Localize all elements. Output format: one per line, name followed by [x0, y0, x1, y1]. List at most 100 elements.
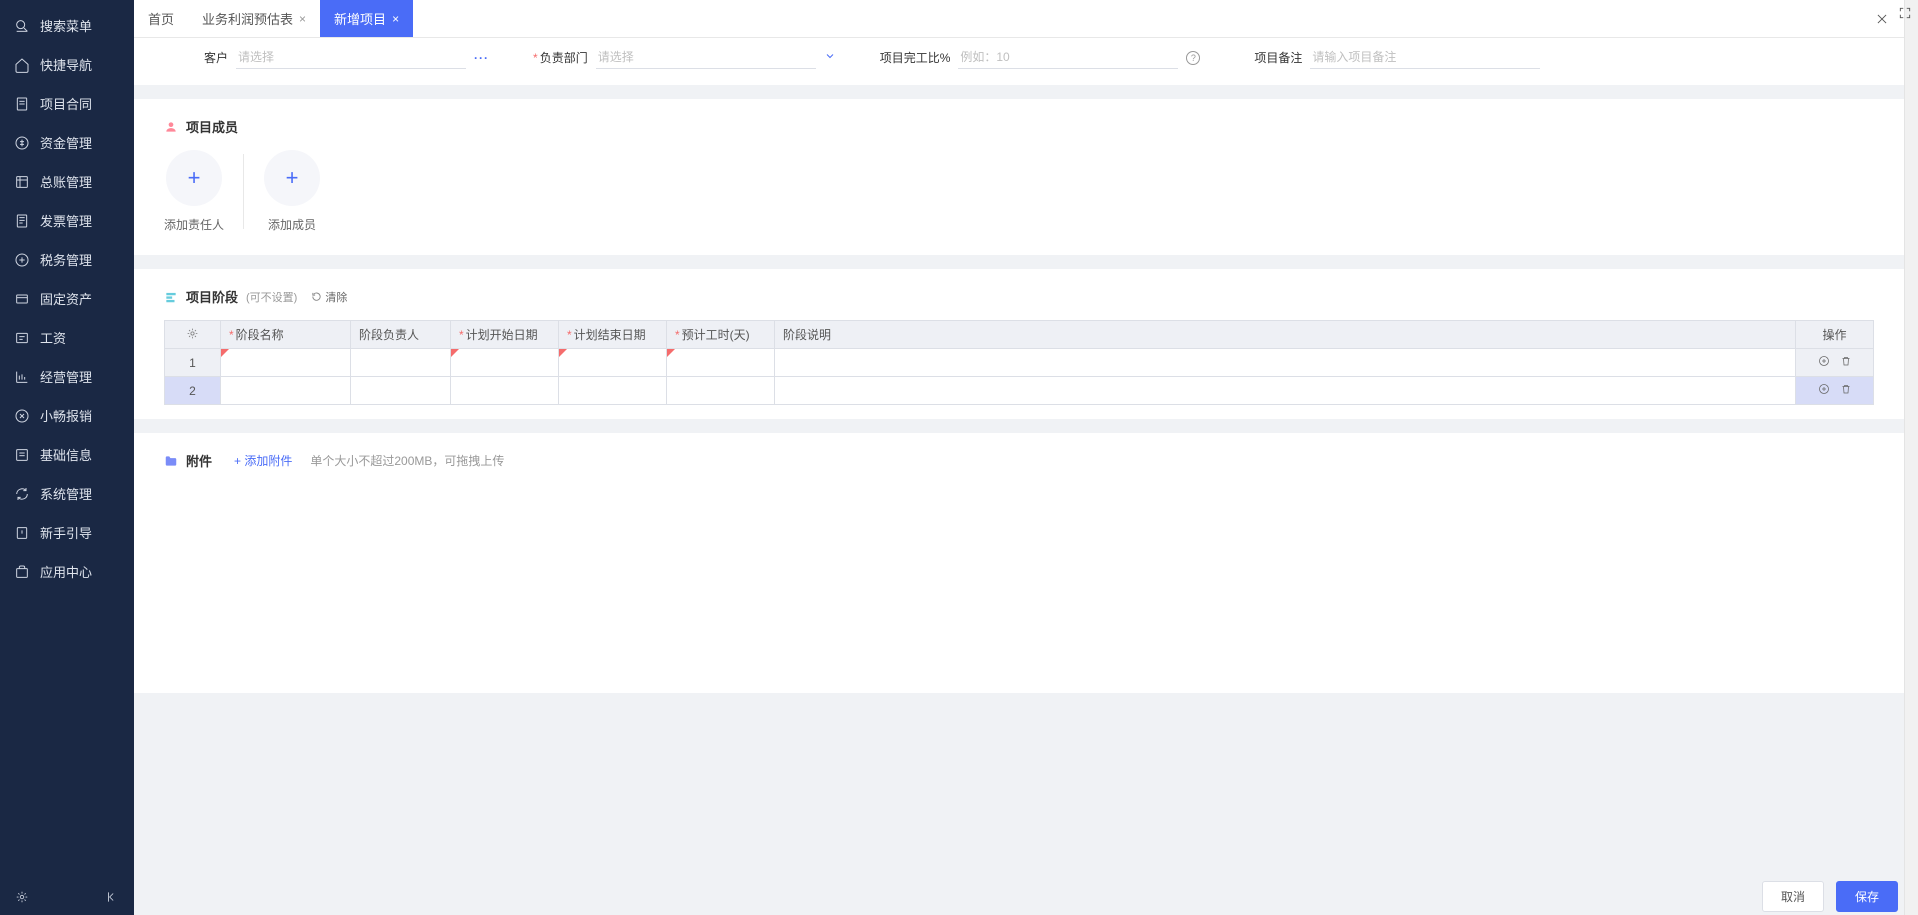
- clear-button[interactable]: 清除: [311, 289, 347, 305]
- customer-input[interactable]: [236, 46, 466, 69]
- tabs-bar: 首页 业务利润预估表 × 新增项目 ×: [134, 0, 1904, 38]
- add-row-icon[interactable]: [1818, 383, 1830, 398]
- chevron-down-icon[interactable]: [824, 50, 836, 65]
- add-member-label: 添加成员: [268, 216, 316, 233]
- add-responsible-col: + 添加责任人: [164, 150, 224, 233]
- tab-profit-estimate[interactable]: 业务利润预估表 ×: [188, 0, 320, 37]
- vertical-scrollbar[interactable]: [1904, 0, 1918, 915]
- sidebar-item-business-management[interactable]: 经营管理: [0, 357, 134, 396]
- sidebar-item-label: 工资: [40, 328, 66, 347]
- sidebar-item-label: 基础信息: [40, 445, 92, 464]
- remark-input[interactable]: [1310, 46, 1540, 69]
- cell-name[interactable]: [221, 349, 351, 377]
- add-attachment-button[interactable]: + 添加附件: [234, 452, 292, 469]
- delete-row-icon[interactable]: [1840, 355, 1852, 370]
- department-input[interactable]: [596, 46, 816, 69]
- sidebar-item-basic-info[interactable]: 基础信息: [0, 435, 134, 474]
- sidebar-item-quick-nav[interactable]: 快捷导航: [0, 45, 134, 84]
- main: 首页 业务利润预估表 × 新增项目 × 客户: [134, 0, 1904, 915]
- sidebar-item-search-menu[interactable]: 搜索菜单: [0, 6, 134, 45]
- field-label: 项目完工比%: [880, 49, 951, 66]
- col-name: *阶段名称: [221, 321, 351, 349]
- table-row: 2: [165, 377, 1874, 405]
- more-icon[interactable]: ···: [474, 51, 489, 65]
- add-responsible-button[interactable]: +: [166, 150, 222, 206]
- folder-icon: [164, 454, 178, 468]
- document-icon: [14, 96, 30, 112]
- sidebar-item-label: 小畅报销: [40, 406, 92, 425]
- sidebar-item-salary[interactable]: 工资: [0, 318, 134, 357]
- row-number: 2: [165, 377, 221, 405]
- tab-home[interactable]: 首页: [134, 0, 188, 37]
- sidebar-item-fund-management[interactable]: 资金管理: [0, 123, 134, 162]
- chart-icon: [14, 369, 30, 385]
- cell-desc[interactable]: [775, 349, 1796, 377]
- content: 客户 ··· *负责部门 项目完工比% ? 项目备注: [134, 38, 1904, 915]
- add-row-icon[interactable]: [1818, 355, 1830, 370]
- section-header: 附件 + 添加附件 单个大小不超过200MB，可拖拽上传: [164, 451, 1874, 470]
- sidebar-item-label: 新手引导: [40, 523, 92, 542]
- gear-icon[interactable]: [14, 889, 30, 905]
- fullscreen-icon[interactable]: [1896, 4, 1914, 22]
- cell-desc[interactable]: [775, 377, 1796, 405]
- tab-new-project[interactable]: 新增项目 ×: [320, 0, 413, 37]
- close-icon[interactable]: ×: [299, 12, 306, 26]
- cell-hours[interactable]: [667, 377, 775, 405]
- sidebar-item-project-contract[interactable]: 项目合同: [0, 84, 134, 123]
- sidebar-item-xiaochang-expense[interactable]: 小畅报销: [0, 396, 134, 435]
- sidebar-item-app-center[interactable]: 应用中心: [0, 552, 134, 591]
- sidebar-item-label: 总账管理: [40, 172, 92, 191]
- sidebar-item-invoice-management[interactable]: 发票管理: [0, 201, 134, 240]
- salary-icon: [14, 330, 30, 346]
- cell-hours[interactable]: [667, 349, 775, 377]
- save-button[interactable]: 保存: [1836, 881, 1898, 912]
- sidebar-item-label: 税务管理: [40, 250, 92, 269]
- sidebar-item-label: 经营管理: [40, 367, 92, 386]
- sidebar-item-label: 应用中心: [40, 562, 92, 581]
- cell-owner[interactable]: [351, 349, 451, 377]
- collapse-icon[interactable]: [104, 889, 120, 905]
- delete-row-icon[interactable]: [1840, 383, 1852, 398]
- sidebar-item-newbie-guide[interactable]: 新手引导: [0, 513, 134, 552]
- section-title: 项目阶段: [186, 287, 238, 306]
- phases-note: (可不设置): [246, 289, 297, 305]
- expense-icon: [14, 408, 30, 424]
- info-icon: [14, 447, 30, 463]
- add-member-button[interactable]: +: [264, 150, 320, 206]
- cell-start[interactable]: [451, 377, 559, 405]
- cancel-button[interactable]: 取消: [1762, 881, 1824, 912]
- coin-icon: [14, 135, 30, 151]
- cell-owner[interactable]: [351, 377, 451, 405]
- col-settings[interactable]: [165, 321, 221, 349]
- sidebar-item-ledger-management[interactable]: 总账管理: [0, 162, 134, 201]
- members-section: 项目成员 + 添加责任人 + 添加成员: [134, 99, 1904, 255]
- phases-table: *阶段名称 阶段负责人 *计划开始日期 *计划结束日期 *预计工时(天) 阶段说…: [164, 320, 1874, 405]
- close-icon[interactable]: ×: [392, 12, 399, 26]
- sidebar-item-tax-management[interactable]: 税务管理: [0, 240, 134, 279]
- members-icon: [164, 120, 178, 134]
- close-panel-icon[interactable]: [1870, 7, 1894, 31]
- form-strip: 客户 ··· *负责部门 项目完工比% ? 项目备注: [134, 38, 1904, 85]
- home-icon: [14, 57, 30, 73]
- sidebar-item-label: 系统管理: [40, 484, 92, 503]
- col-end: *计划结束日期: [559, 321, 667, 349]
- field-label: 客户: [204, 49, 228, 66]
- cell-end[interactable]: [559, 349, 667, 377]
- app-root: 搜索菜单 快捷导航 项目合同 资金管理 总账管理 发票管理: [0, 0, 1918, 915]
- add-member-col: + 添加成员: [264, 150, 320, 233]
- cell-end[interactable]: [559, 377, 667, 405]
- cell-start[interactable]: [451, 349, 559, 377]
- refresh-icon: [14, 486, 30, 502]
- sidebar-item-fixed-assets[interactable]: 固定资产: [0, 279, 134, 318]
- tax-icon: [14, 252, 30, 268]
- section-title: 附件: [186, 451, 212, 470]
- col-op: 操作: [1796, 321, 1874, 349]
- completion-input[interactable]: [958, 46, 1178, 69]
- cell-name[interactable]: [221, 377, 351, 405]
- sidebar-item-system-management[interactable]: 系统管理: [0, 474, 134, 513]
- help-icon[interactable]: ?: [1186, 51, 1200, 65]
- sidebar: 搜索菜单 快捷导航 项目合同 资金管理 总账管理 发票管理: [0, 0, 134, 915]
- cell-op: [1796, 349, 1874, 377]
- sidebar-item-label: 资金管理: [40, 133, 92, 152]
- col-start: *计划开始日期: [451, 321, 559, 349]
